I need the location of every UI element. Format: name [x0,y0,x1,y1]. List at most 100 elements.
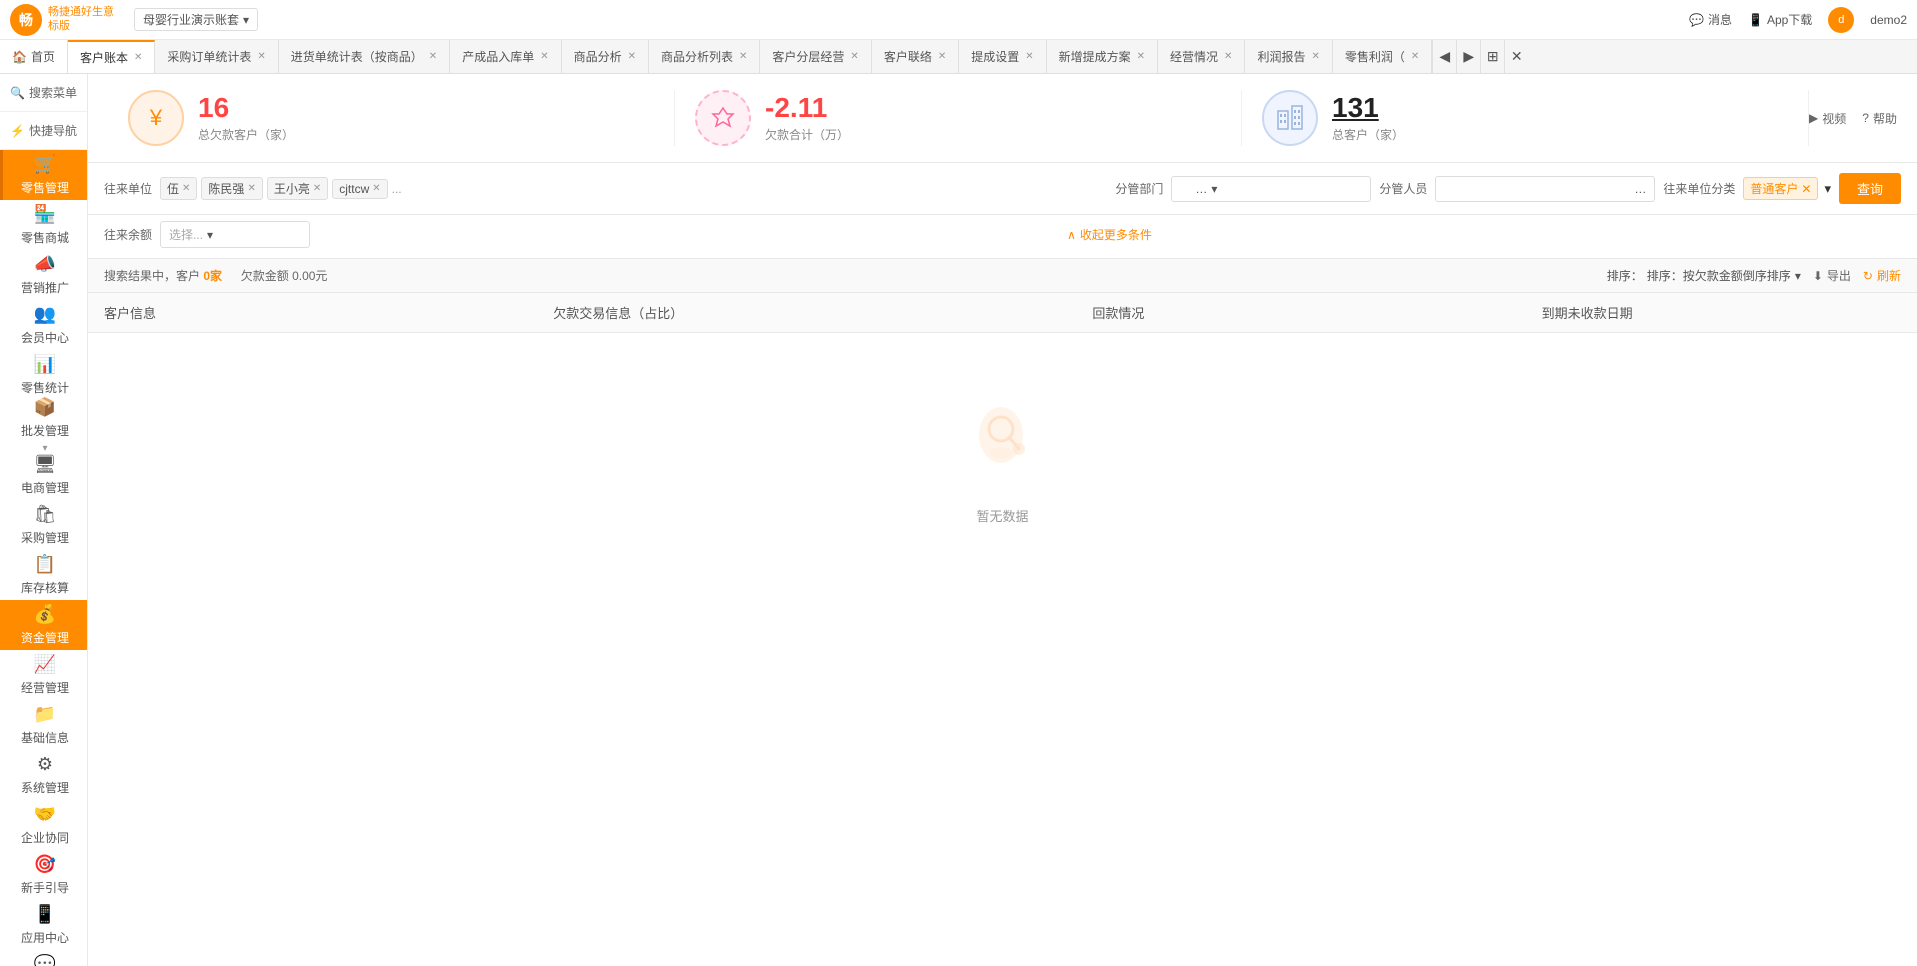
inventory-icon: 📋 [34,554,56,575]
retail-stats-icon: 📊 [34,354,56,375]
dept-filter-select[interactable]: … ▾ [1171,176,1371,202]
refresh-button[interactable]: ↻ 刷新 [1863,267,1901,284]
empty-state: 暂无数据 [88,333,1917,585]
tab-close-goods-analysis[interactable]: ✕ [628,51,636,62]
balance-filter-select[interactable]: 选择... ▾ [160,221,310,248]
tag-close-wangxiaoliang[interactable]: ✕ [313,183,321,194]
tab-purchase-order[interactable]: 采购订单统计表 ✕ [155,40,278,74]
sidebar-item-system[interactable]: ⚙ 系统管理 [0,750,87,800]
sidebar-item-operation[interactable]: 📈 经营管理 [0,650,87,700]
video-help-button[interactable]: ▶ 视频 [1809,110,1846,127]
col-header-repayment: 回款情况 [1092,303,1541,322]
balance-filter-label: 往来余额 [104,226,152,243]
tab-close-retail-profit[interactable]: ✕ [1411,51,1419,62]
tab-new-commission[interactable]: 新增提成方案 ✕ [1047,40,1158,74]
tab-goods-list[interactable]: 商品分析列表 ✕ [649,40,760,74]
sidebar-item-member[interactable]: 👥 会员中心 [0,300,87,350]
operation-icon: 📈 [34,654,56,675]
tabs-nav-next[interactable]: ▶ [1456,40,1480,74]
stats-row: ¥ 16 总欠款客户（家） -2.11 欠款合计（万） [88,74,1917,163]
top-bar: 畅 畅捷通好生意 标版 母婴行业演示账套 ▾ 💬 消息 📱 App下载 d de… [0,0,1917,40]
tab-close-customer-ledger[interactable]: ✕ [134,52,142,63]
ecommerce-icon: 🖥 [34,454,57,475]
app-center-icon: 📱 [34,904,56,925]
filter-tag-cjttcw: cjttcw ✕ [332,179,387,199]
empty-text: 暂无数据 [976,506,1028,525]
help-button[interactable]: ? 帮助 [1862,110,1897,127]
tab-purchase-stats[interactable]: 进货单统计表（按商品） ✕ [279,40,450,74]
tab-customer-ledger[interactable]: 客户账本 ✕ [68,40,155,74]
retail-icon: 🛒 [34,154,56,175]
sidebar-item-finance[interactable]: 💰 资金管理 [0,600,87,650]
retail-mall-icon: 🏪 [34,204,56,225]
category-tag-close[interactable]: ✕ [1801,182,1811,196]
tag-close-chenminqiang[interactable]: ✕ [247,183,255,194]
sidebar-item-base-info[interactable]: 📁 基础信息 [0,700,87,750]
sort-select[interactable]: 排序： 排序：按欠款金额倒序排序 ▾ [1607,267,1801,284]
unit-filter-label: 往来单位 [104,180,152,197]
collapse-section: ∧ 收起更多条件 [318,222,1901,247]
tab-close-new-commission[interactable]: ✕ [1137,51,1145,62]
sidebar-item-retail-mall[interactable]: 🏪 零售商城 [0,200,87,250]
filter-more-tags[interactable]: ... [392,182,402,196]
sidebar-item-enterprise[interactable]: 🤝 企业协同 [0,800,87,850]
username[interactable]: demo2 [1870,13,1907,27]
filter-tag-wangxiaoliang: 王小亮 ✕ [267,177,328,200]
sidebar-item-inventory[interactable]: 📋 库存核算 [0,550,87,600]
tabs-nav-close-all[interactable]: ✕ [1504,40,1528,74]
sidebar-item-retail[interactable]: 🛒 零售管理 [0,150,87,200]
tab-profit-report[interactable]: 利润报告 ✕ [1245,40,1332,74]
tab-goods-analysis[interactable]: 商品分析 ✕ [562,40,649,74]
tab-home[interactable]: 🏠 首页 [0,40,68,74]
tab-close-profit-report[interactable]: ✕ [1311,51,1319,62]
person-filter-input[interactable]: … [1435,176,1655,202]
results-bar: 搜索结果中，客户 0家 欠款金额 0.00元 排序： 排序：按欠款金额倒序排序 … [88,259,1917,293]
tab-close-purchase-order[interactable]: ✕ [257,51,265,62]
tab-close-commission-setting[interactable]: ✕ [1025,51,1033,62]
app-download-button[interactable]: 📱 App下载 [1748,11,1812,28]
sidebar-item-purchase[interactable]: 🛍 采购管理 [0,500,87,550]
sidebar-quick-nav[interactable]: ⚡ 快捷导航 [0,112,87,150]
category-tag-normal: 普通客户 ✕ [1743,177,1818,200]
top-bar-right: 💬 消息 📱 App下载 d demo2 [1689,7,1907,33]
tab-close-business-status[interactable]: ✕ [1224,51,1232,62]
newbie-icon: 🎯 [34,854,56,875]
sidebar-item-ecommerce[interactable]: 🖥 电商管理 [0,450,87,500]
query-button[interactable]: 查询 [1839,173,1901,204]
export-button[interactable]: ⬇ 导出 [1813,267,1851,284]
tab-close-customer-contact[interactable]: ✕ [938,51,946,62]
member-icon: 👥 [34,304,56,325]
tag-close-wu[interactable]: ✕ [182,183,190,194]
tab-business-status[interactable]: 经营情况 ✕ [1158,40,1245,74]
sidebar-item-marketing[interactable]: 📣 营销推广 [0,250,87,300]
tab-close-customer-layer[interactable]: ✕ [850,51,858,62]
tag-close-cjttcw[interactable]: ✕ [372,183,380,194]
tab-close-finished-goods[interactable]: ✕ [540,51,548,62]
sidebar-item-wholesale[interactable]: 📦 批发管理 ▾ [0,400,87,450]
tabs-nav-expand[interactable]: ⊞ [1480,40,1504,74]
edition-select[interactable]: 母婴行业演示账套 ▾ [134,8,258,31]
tab-close-goods-list[interactable]: ✕ [739,51,747,62]
stat-number-total-customers: 131 [1332,94,1404,122]
stat-block-arrears-customers: ¥ 16 总欠款客户（家） [108,90,675,146]
tab-customer-layer[interactable]: 客户分层经营 ✕ [760,40,871,74]
tab-close-purchase-stats[interactable]: ✕ [429,51,437,62]
sidebar-search[interactable]: 🔍 搜索菜单 [0,74,87,112]
sidebar-item-wechat[interactable]: 💬 企业微信 [0,950,87,966]
wechat-icon: 💬 [34,954,56,966]
wholesale-icon: 📦 [34,397,56,418]
sidebar-item-newbie[interactable]: 🎯 新手引导 [0,850,87,900]
tab-commission-setting[interactable]: 提成设置 ✕ [959,40,1046,74]
tab-finished-goods[interactable]: 产成品入库单 ✕ [450,40,561,74]
sidebar-item-retail-stats[interactable]: 📊 零售统计 [0,350,87,400]
tab-retail-profit[interactable]: 零售利润（ ✕ [1333,40,1432,74]
collapse-button[interactable]: ∧ 收起更多条件 [1063,222,1156,247]
enterprise-icon: 🤝 [34,804,56,825]
sidebar-item-app-center[interactable]: 📱 应用中心 [0,900,87,950]
message-button[interactable]: 💬 消息 [1689,11,1732,28]
tabs-nav-prev[interactable]: ◀ [1432,40,1456,74]
tab-customer-contact[interactable]: 客户联络 ✕ [872,40,959,74]
base-info-icon: 📁 [34,704,56,725]
logo-text: 畅捷通好生意 标版 [48,6,114,32]
avatar: d [1828,7,1854,33]
